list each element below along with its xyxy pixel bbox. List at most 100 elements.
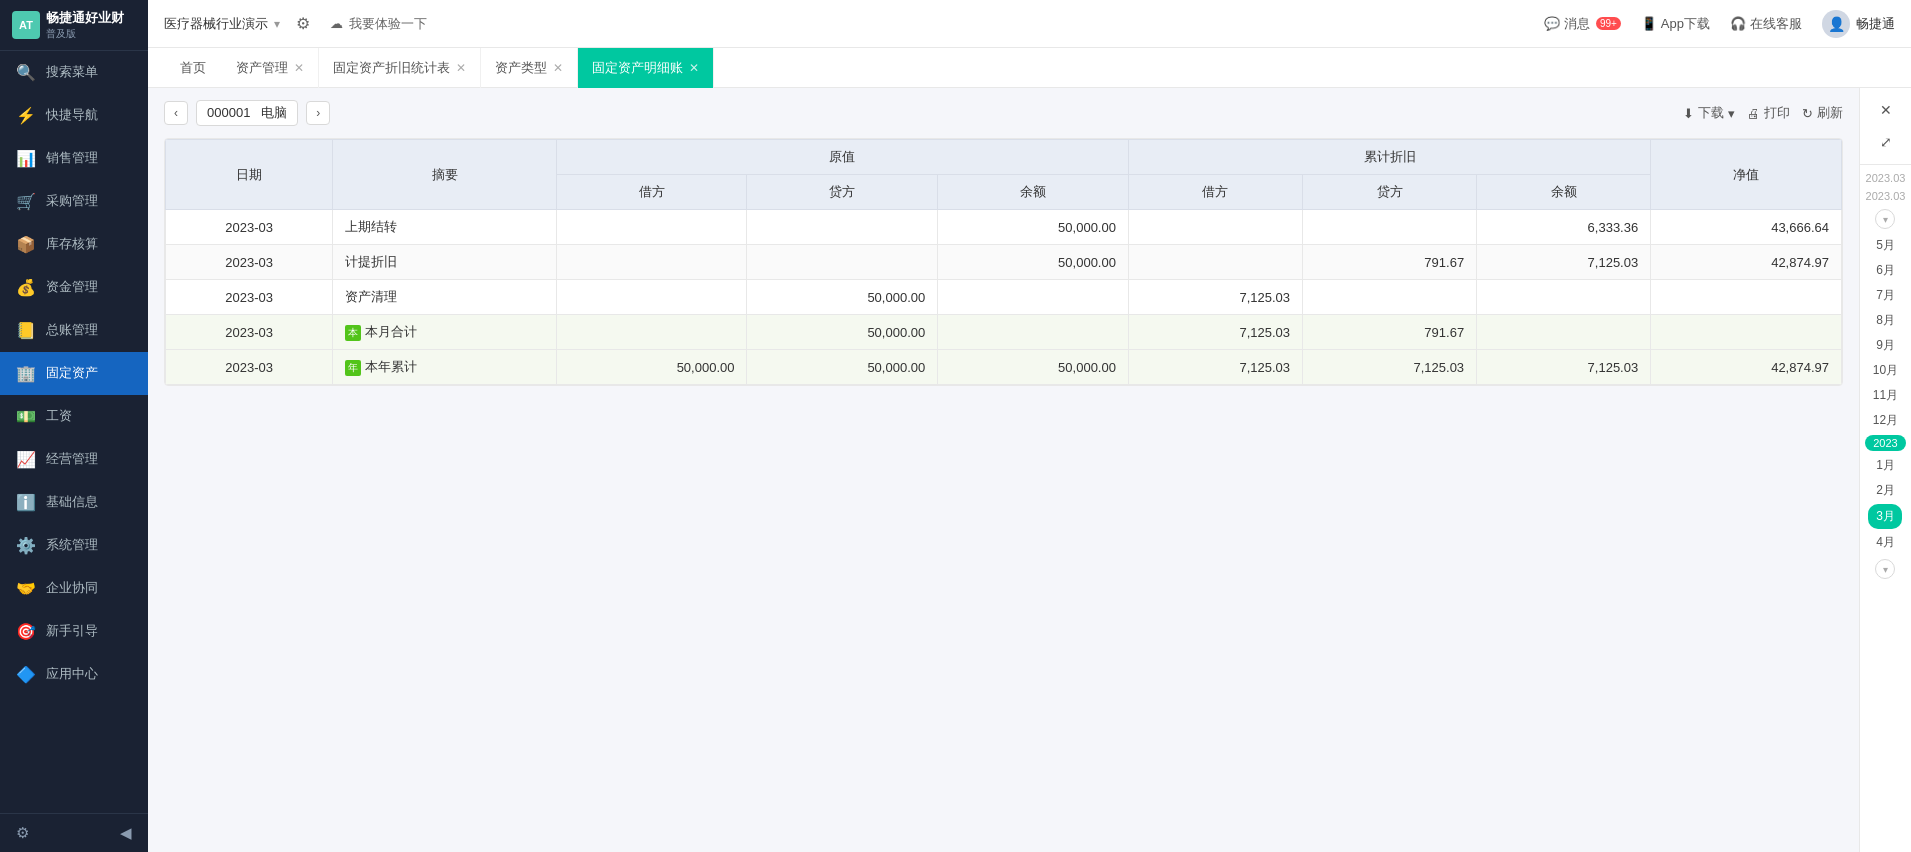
cell-orig-balance: 50,000.00 [938, 245, 1129, 280]
collapse-sidebar-btn[interactable]: ◀ [120, 824, 132, 842]
cell-dep-credit: 7,125.03 [1303, 350, 1477, 385]
tab-label-asset-type: 资产类型 [495, 59, 547, 77]
app-download-button[interactable]: 📱 App下载 [1641, 15, 1710, 33]
sidebar-label-funds: 资金管理 [46, 278, 98, 296]
cell-date: 2023-03 [166, 315, 333, 350]
timeline-month-7月[interactable]: 7月 [1865, 283, 1905, 308]
app-title: 畅捷通好业财 [46, 10, 124, 27]
sidebar-item-enterprise[interactable]: 🤝企业协同 [0, 567, 148, 610]
cell-dep-balance: 7,125.03 [1477, 350, 1651, 385]
timeline-year-badge[interactable]: 2023 [1865, 435, 1905, 451]
tab-label-depreciation-stats: 固定资产折旧统计表 [333, 59, 450, 77]
tab-depreciation-stats[interactable]: 固定资产折旧统计表 ✕ [319, 48, 481, 88]
ledger-icon: 📒 [16, 321, 36, 340]
sidebar-item-purchase[interactable]: 🛒 采购管理 [0, 180, 148, 223]
cell-dep-balance: 6,333.36 [1477, 210, 1651, 245]
sidebar-item-fixed-assets[interactable]: 🏢固定资产 [0, 352, 148, 395]
col-summary: 摘要 [333, 140, 556, 210]
tab-asset-type[interactable]: 资产类型 ✕ [481, 48, 578, 88]
sidebar-item-app-center[interactable]: 🔷应用中心 [0, 653, 148, 696]
tab-close-asset-mgmt[interactable]: ✕ [294, 61, 304, 75]
sidebar-footer: ⚙ ◀ [0, 813, 148, 852]
sidebar-item-sales[interactable]: 📊销售管理 [0, 137, 148, 180]
cell-orig-credit: 50,000.00 [747, 315, 938, 350]
sidebar-item-search[interactable]: 🔍搜索菜单 [0, 51, 148, 94]
company-selector[interactable]: 医疗器械行业演示 ▾ [164, 15, 280, 33]
timeline-month-10月[interactable]: 10月 [1865, 358, 1905, 383]
panel-expand-btn[interactable]: ⤢ [1872, 128, 1900, 156]
sidebar-nav: 🔍搜索菜单⚡快捷导航📊销售管理 🛒 采购管理 📦库存核算💰资金管理📒总账管理🏢固定资产… [0, 51, 148, 813]
refresh-icon: ↻ [1802, 106, 1813, 121]
refresh-btn[interactable]: ↻ 刷新 [1802, 104, 1843, 122]
sidebar-item-system[interactable]: ⚙️系统管理 [0, 524, 148, 567]
cell-dep-debit: 7,125.03 [1128, 315, 1302, 350]
tab-home[interactable]: 首页 [164, 48, 222, 88]
main-content: ‹ 000001 电脑 › ⬇ 下载 ▾ 🖨 [148, 88, 1859, 852]
sidebar-item-ledger[interactable]: 📒总账管理 [0, 309, 148, 352]
timeline-month-12月[interactable]: 12月 [1865, 408, 1905, 433]
timeline-month-6月[interactable]: 6月 [1865, 258, 1905, 283]
company-settings-icon[interactable]: ⚙ [296, 14, 310, 33]
toolbar-row: ‹ 000001 电脑 › ⬇ 下载 ▾ 🖨 [164, 100, 1843, 126]
timeline-month-5月[interactable]: 5月 [1865, 233, 1905, 258]
col-accumulated-dep: 累计折旧 [1128, 140, 1650, 175]
prev-asset-btn[interactable]: ‹ [164, 101, 188, 125]
tab-label-asset-ledger: 固定资产明细账 [592, 59, 683, 77]
messages-button[interactable]: 💬 消息 99+ [1544, 15, 1621, 33]
timeline-month-1月[interactable]: 1月 [1865, 453, 1905, 478]
col-orig-balance: 余额 [938, 175, 1129, 210]
sidebar-item-wages[interactable]: 💵工资 [0, 395, 148, 438]
sidebar-item-guide[interactable]: 🎯新手引导 [0, 610, 148, 653]
print-btn[interactable]: 🖨 打印 [1747, 104, 1790, 122]
timeline-expand-down[interactable]: ▾ [1875, 559, 1895, 579]
cell-orig-balance [938, 315, 1129, 350]
cell-orig-credit: 50,000.00 [747, 280, 938, 315]
tab-close-asset-ledger[interactable]: ✕ [689, 61, 699, 75]
timeline-year-top_year[interactable]: 2023.03 [1865, 169, 1905, 187]
timeline-month-11月[interactable]: 11月 [1865, 383, 1905, 408]
customer-service-button[interactable]: 🎧 在线客服 [1730, 15, 1802, 33]
settings-footer-icon[interactable]: ⚙ [16, 824, 29, 842]
col-orig-credit: 贷方 [747, 175, 938, 210]
timeline-expand-up[interactable]: ▾ [1875, 209, 1895, 229]
next-asset-btn[interactable]: › [306, 101, 330, 125]
timeline-year-second_year[interactable]: 2023.03 [1865, 187, 1905, 205]
cell-date: 2023-03 [166, 210, 333, 245]
purchase-icon: 🛒 [16, 192, 36, 211]
timeline-month-2月[interactable]: 2月 [1865, 478, 1905, 503]
cell-dep-debit: 7,125.03 [1128, 350, 1302, 385]
panel-close-btn[interactable]: ✕ [1872, 96, 1900, 124]
messages-icon: 💬 [1544, 16, 1560, 31]
sidebar-item-funds[interactable]: 💰资金管理 [0, 266, 148, 309]
sidebar-item-operations[interactable]: 📈经营管理 [0, 438, 148, 481]
download-btn[interactable]: ⬇ 下载 ▾ [1683, 104, 1735, 122]
tab-asset-ledger[interactable]: 固定资产明细账 ✕ [578, 48, 714, 88]
tabs-bar: 首页资产管理✕ 固定资产折旧统计表 ✕ 资产类型 ✕ 固定资产明细账 ✕ [148, 48, 1911, 88]
sidebar-item-basic-info[interactable]: ℹ️基础信息 [0, 481, 148, 524]
sidebar-label-inventory: 库存核算 [46, 235, 98, 253]
user-menu[interactable]: 👤 畅捷通 [1822, 10, 1895, 38]
download-icon: ⬇ [1683, 106, 1694, 121]
summary-badge: 本 [345, 325, 361, 341]
sidebar-item-inventory[interactable]: 📦库存核算 [0, 223, 148, 266]
sidebar-label-fixed-assets: 固定资产 [46, 364, 98, 382]
tab-close-asset-type[interactable]: ✕ [553, 61, 563, 75]
timeline-month-8月[interactable]: 8月 [1865, 308, 1905, 333]
tab-close-depreciation-stats[interactable]: ✕ [456, 61, 466, 75]
cell-summary: 年本年累计 [333, 350, 556, 385]
cell-dep-debit: 7,125.03 [1128, 280, 1302, 315]
table-row: 2023-03 计提折旧 50,000.00 791.67 7,125.03 4… [166, 245, 1842, 280]
sidebar-label-sales: 销售管理 [46, 149, 98, 167]
timeline-month-3月[interactable]: 3月 [1868, 504, 1902, 529]
timeline-month-4月[interactable]: 4月 [1865, 530, 1905, 555]
cell-orig-debit [556, 315, 747, 350]
sidebar-logo-text: 畅捷通好业财 普及版 [46, 10, 124, 40]
timeline-month-9月[interactable]: 9月 [1865, 333, 1905, 358]
sidebar-label-purchase: 采购管理 [46, 192, 98, 210]
experience-button[interactable]: ☁ 我要体验一下 [330, 15, 427, 33]
cell-summary: 计提折旧 [333, 245, 556, 280]
tab-asset-mgmt[interactable]: 资产管理✕ [222, 48, 319, 88]
sidebar-item-quick-nav[interactable]: ⚡快捷导航 [0, 94, 148, 137]
header-right: 💬 消息 99+ 📱 App下载 🎧 在线客服 👤 畅捷通 [1544, 10, 1895, 38]
system-icon: ⚙️ [16, 536, 36, 555]
